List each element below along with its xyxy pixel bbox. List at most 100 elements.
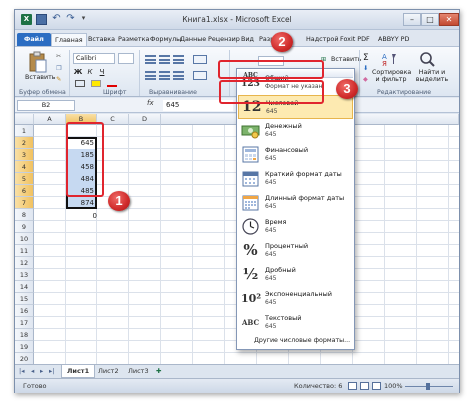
align-top-icon[interactable] (145, 55, 156, 64)
format-text[interactable]: ABC Текстовый 645 (238, 311, 353, 335)
format-currency[interactable]: Денежный 645 (238, 119, 353, 143)
format-percent[interactable]: % Процентный 645 (238, 239, 353, 263)
tab-home[interactable]: Главная (51, 33, 87, 46)
align-right-icon[interactable] (173, 71, 184, 80)
select-all-corner[interactable] (15, 114, 34, 125)
sort-filter-button[interactable]: Сортировка и фильтр (372, 69, 411, 83)
ribbon-separator (359, 50, 360, 96)
find-select-icon[interactable] (419, 51, 435, 67)
next-sheet-icon[interactable]: ▸ (40, 367, 43, 375)
clear-icon[interactable]: ◆ (363, 76, 368, 83)
align-middle-icon[interactable] (159, 55, 170, 64)
row-header[interactable]: 19 (15, 341, 34, 353)
zoom-level[interactable]: 100% (384, 382, 403, 390)
merge-cells-icon[interactable] (193, 71, 207, 80)
align-left-icon[interactable] (145, 71, 156, 80)
row-header[interactable]: 8 (15, 209, 34, 221)
format-fraction[interactable]: ½ Дробный 645 (238, 263, 353, 287)
row-header[interactable]: 5 (15, 173, 34, 185)
normal-view-icon[interactable] (348, 382, 357, 390)
sheet-tab-3[interactable]: Лист3 (123, 365, 154, 378)
font-name-select[interactable]: Calibri (73, 53, 115, 64)
calendar-grid-icon (242, 195, 259, 211)
column-header-a[interactable]: A (34, 114, 66, 125)
title-bar: X ↶ ↷ ▾ Книга1.xlsx - Microsoft Excel – … (15, 10, 459, 30)
tab-foxit-pdf[interactable]: Foxit PDF (340, 33, 370, 46)
page-break-view-icon[interactable] (372, 382, 381, 390)
paste-button[interactable]: Вставить (25, 74, 56, 81)
row-header[interactable]: 10 (15, 233, 34, 245)
tab-abbyy-pdf[interactable]: ABBYY PD (378, 33, 409, 46)
text-format-icon: ABC (241, 318, 260, 327)
name-box[interactable]: B2 (17, 100, 75, 111)
insert-sheet-icon[interactable]: ✚ (156, 367, 161, 375)
underline-button[interactable]: Ч (97, 67, 107, 77)
row-header[interactable]: 11 (15, 245, 34, 257)
find-select-button[interactable]: Найти и выделить (413, 69, 451, 83)
row-header[interactable]: 2 (15, 137, 34, 149)
page-layout-view-icon[interactable] (360, 382, 369, 390)
last-sheet-icon[interactable]: ▸| (49, 367, 54, 375)
column-header-d[interactable]: D (129, 114, 161, 125)
sheet-tab-1[interactable]: Лист1 (61, 365, 96, 378)
annotation-badge-3: 3 (336, 79, 358, 99)
fill-color-icon[interactable] (91, 80, 101, 87)
italic-button[interactable]: К (85, 67, 95, 77)
ribbon-tabs: Файл Главная Вставка Разметка Формулы Да… (15, 31, 459, 46)
row-header[interactable]: 17 (15, 317, 34, 329)
font-size-select[interactable] (118, 53, 134, 64)
row-header[interactable]: 6 (15, 185, 34, 197)
sort-filter-icon[interactable]: A Я (382, 52, 398, 67)
row-header[interactable]: 7 (15, 197, 34, 209)
bold-button[interactable]: Ж (73, 67, 83, 77)
format-time[interactable]: Время 645 (238, 215, 353, 239)
format-long-date[interactable]: Длинный формат даты 645 (238, 191, 353, 215)
tab-review[interactable]: Рецензир (208, 33, 240, 46)
tab-data[interactable]: Данные (180, 33, 206, 46)
tab-file[interactable]: Файл (17, 33, 51, 46)
prev-sheet-icon[interactable]: ◂ (31, 367, 34, 375)
format-short-date[interactable]: Краткий формат даты 645 (238, 167, 353, 191)
column-gridline (384, 125, 385, 364)
format-scientific[interactable]: 10² Экспоненциальный 645 (238, 287, 353, 311)
row-header[interactable]: 18 (15, 329, 34, 341)
row-header[interactable]: 3 (15, 149, 34, 161)
wrap-text-icon[interactable] (193, 55, 207, 64)
tab-insert[interactable]: Вставка (88, 33, 115, 46)
sheet-tab-2[interactable]: Лист2 (93, 365, 124, 378)
first-sheet-icon[interactable]: |◂ (19, 367, 24, 375)
insert-cells-button[interactable]: Вставить (331, 56, 362, 63)
tab-view[interactable]: Вид (241, 33, 254, 46)
copy-icon[interactable]: ❐ (56, 65, 62, 72)
align-center-icon[interactable] (159, 71, 170, 80)
row-header[interactable]: 20 (15, 353, 34, 364)
zoom-slider-handle[interactable] (426, 383, 430, 390)
format-painter-icon[interactable]: ✎ (56, 76, 61, 83)
row-header[interactable]: 13 (15, 269, 34, 281)
row-header[interactable]: 9 (15, 221, 34, 233)
cell-b8[interactable]: 0 (77, 210, 97, 222)
close-button[interactable]: ✕ (439, 13, 459, 26)
more-number-formats-link[interactable]: Другие числовые форматы... (254, 337, 350, 344)
row-header[interactable]: 12 (15, 257, 34, 269)
tab-addins[interactable]: Надстрой (306, 33, 339, 46)
autosum-icon[interactable]: Σ (363, 53, 369, 63)
borders-icon[interactable] (75, 80, 85, 87)
row-header[interactable]: 1 (15, 125, 34, 137)
paste-icon[interactable] (28, 51, 48, 73)
row-header[interactable]: 4 (15, 161, 34, 173)
maximize-button[interactable]: □ (421, 13, 439, 26)
row-header[interactable]: 15 (15, 293, 34, 305)
row-header[interactable]: 16 (15, 305, 34, 317)
row-header[interactable]: 14 (15, 281, 34, 293)
font-color-icon[interactable] (107, 80, 117, 87)
format-accounting[interactable]: Финансовый 645 (238, 143, 353, 167)
insert-function-icon[interactable]: fx (147, 99, 154, 107)
cut-icon[interactable]: ✂ (56, 53, 61, 60)
minimize-button[interactable]: – (403, 13, 421, 26)
column-gridline (192, 125, 193, 364)
align-bottom-icon[interactable] (173, 55, 184, 64)
tab-formulas[interactable]: Формулы (150, 33, 181, 46)
tab-page-layout[interactable]: Разметка (118, 33, 149, 46)
fill-icon[interactable]: ⬇ (363, 65, 368, 72)
